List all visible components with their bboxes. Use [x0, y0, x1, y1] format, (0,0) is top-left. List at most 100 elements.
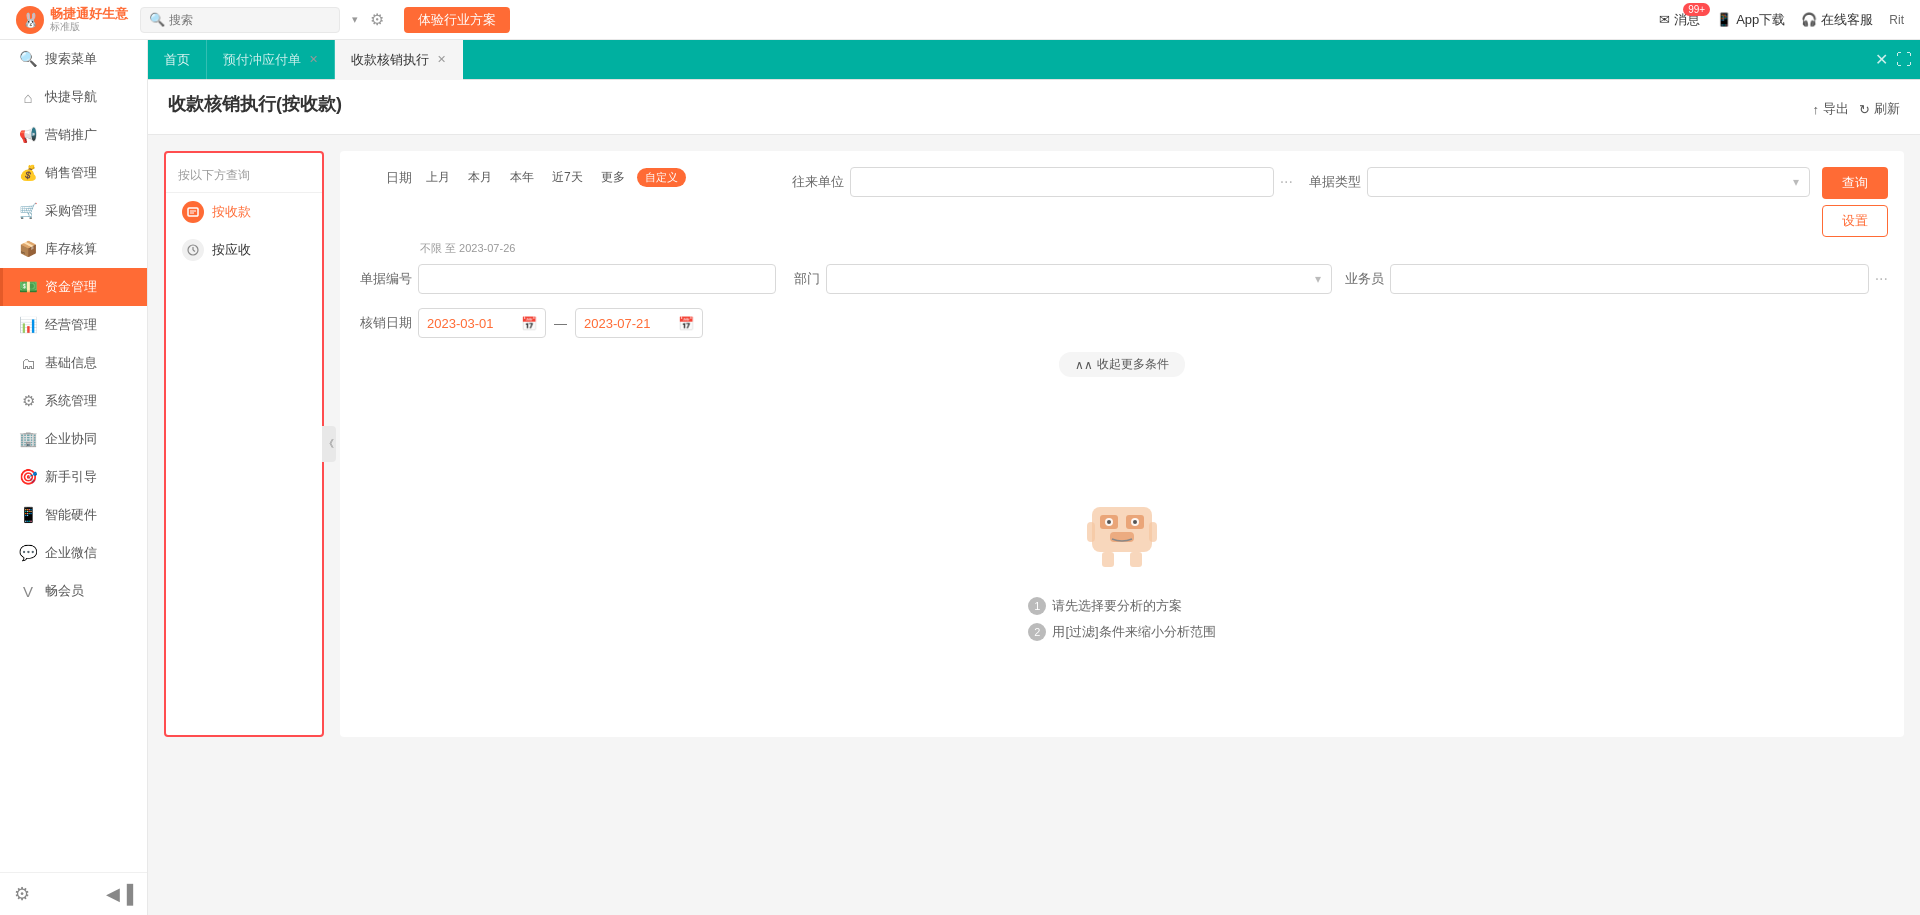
verify-date-range: 📅 — 📅 — [418, 308, 703, 338]
verify-date-start-wrap: 📅 — [418, 308, 546, 338]
filter-panel-title: 按以下方查询 — [166, 163, 322, 193]
sidebar-item-guide[interactable]: 🎯 新手引导 — [0, 458, 147, 496]
app-subtext: 标准版 — [50, 21, 128, 33]
search-input[interactable] — [169, 13, 331, 27]
finance-icon: 💵 — [19, 278, 37, 296]
tab-prepay[interactable]: 预付冲应付单 ✕ — [207, 40, 335, 80]
sidebar-label: 搜索菜单 — [45, 50, 97, 68]
filter-by-receivable[interactable]: 按应收 — [166, 231, 322, 269]
sidebar-bottom: ⚙ ◀▐ — [0, 872, 147, 915]
sidebar-item-hardware[interactable]: 📱 智能硬件 — [0, 496, 147, 534]
sidebar-item-purchase[interactable]: 🛒 采购管理 — [0, 192, 147, 230]
top-search-box[interactable]: 🔍 — [140, 7, 340, 33]
refresh-button[interactable]: ↻ 刷新 — [1859, 100, 1900, 118]
empty-tip-2: 2 用[过滤]条件来缩小分析范围 — [1028, 623, 1215, 641]
hardware-icon: 📱 — [19, 506, 37, 524]
building-icon: 🏢 — [19, 430, 37, 448]
staff-dots-icon[interactable]: ··· — [1875, 270, 1888, 288]
empty-illustration — [1072, 477, 1172, 577]
filter-collapse-button[interactable]: 《 — [322, 426, 336, 462]
filter-receipt-label: 按收款 — [212, 203, 251, 221]
sidebar-item-quick-nav[interactable]: ⌂ 快捷导航 — [0, 78, 147, 116]
doc-number-input[interactable] — [418, 264, 776, 294]
verify-date-end-input[interactable] — [584, 316, 674, 331]
doc-type-label: 单据类型 — [1305, 173, 1361, 191]
sidebar-item-collab[interactable]: 🏢 企业协同 — [0, 420, 147, 458]
gear-icon[interactable]: ⚙ — [370, 10, 384, 29]
date-options-group: 上月 本月 本年 近7天 更多 自定义 — [420, 167, 686, 188]
doc-type-field-group: 单据类型 ▾ — [1305, 167, 1810, 197]
chevron-up-icon: ∧∧ — [1075, 358, 1093, 372]
dept-select[interactable]: ▾ — [826, 264, 1332, 294]
sidebar-item-inventory[interactable]: 📦 库存核算 — [0, 230, 147, 268]
collapse-more-button[interactable]: ∧∧ 收起更多条件 — [1059, 352, 1185, 377]
dept-field-group: 部门 ▾ — [788, 264, 1332, 294]
chevron-left-icon: 《 — [324, 437, 334, 451]
counterpart-input[interactable] — [850, 167, 1274, 197]
date-this-year[interactable]: 本年 — [504, 167, 540, 188]
query-row-2: 单据编号 部门 ▾ 业务员 — [356, 264, 1888, 294]
sales-icon: 💰 — [19, 164, 37, 182]
query-button[interactable]: 查询 — [1822, 167, 1888, 199]
sidebar-label: 畅会员 — [45, 582, 84, 600]
receipt-verify-tab-close[interactable]: ✕ — [437, 53, 446, 66]
sidebar-item-system[interactable]: ⚙ 系统管理 — [0, 382, 147, 420]
date-this-month[interactable]: 本月 — [462, 167, 498, 188]
doc-number-label: 单据编号 — [356, 270, 412, 288]
staff-input[interactable] — [1390, 264, 1869, 294]
setting-button[interactable]: 设置 — [1822, 205, 1888, 237]
filter-by-receipt[interactable]: 按收款 — [166, 193, 322, 231]
verify-date-label: 核销日期 — [356, 314, 412, 332]
sidebar-item-biz[interactable]: 📊 经营管理 — [0, 306, 147, 344]
top-bar: 🐰 畅捷通好生意 标准版 🔍 ▾ ⚙ 体验行业方案 ✉ 消息 99+ 📱 App… — [0, 0, 1920, 40]
sidebar-item-wechat[interactable]: 💬 企业微信 — [0, 534, 147, 572]
sidebar-item-marketing[interactable]: 📢 营销推广 — [0, 116, 147, 154]
page-title: 收款核销执行(按收款) — [168, 92, 342, 126]
close-tab-icon[interactable]: ✕ — [1875, 50, 1888, 69]
tab-bar: 首页 预付冲应付单 ✕ 收款核销执行 ✕ ✕ ⛶ — [148, 40, 1920, 80]
trial-button[interactable]: 体验行业方案 — [404, 7, 510, 33]
doc-type-select[interactable]: ▾ — [1367, 167, 1810, 197]
sidebar-label: 企业协同 — [45, 430, 97, 448]
calendar-start-icon[interactable]: 📅 — [521, 316, 537, 331]
topbar-right: ✉ 消息 99+ 📱 App下载 🎧 在线客服 Rit — [1659, 11, 1904, 29]
svg-point-17 — [1133, 520, 1137, 524]
customer-service-link[interactable]: 🎧 在线客服 — [1801, 11, 1873, 29]
collapse-more-row: ∧∧ 收起更多条件 — [356, 352, 1888, 377]
filter-panel: 按以下方查询 按收款 — [164, 151, 324, 737]
main-layout: 🔍 搜索菜单 ⌂ 快捷导航 📢 营销推广 💰 销售管理 🛒 采购管理 📦 库存核… — [0, 40, 1920, 915]
svg-rect-0 — [188, 208, 198, 216]
message-icon: ✉ — [1659, 12, 1670, 27]
sidebar-item-finance[interactable]: 💵 资金管理 — [0, 268, 147, 306]
verify-date-start-input[interactable] — [427, 316, 517, 331]
staff-label: 业务员 — [1344, 270, 1384, 288]
calendar-end-icon[interactable]: 📅 — [678, 316, 694, 331]
counterpart-dots-icon[interactable]: ··· — [1280, 173, 1293, 191]
page-header: 收款核销执行(按收款) ↑ 导出 ↻ 刷新 — [148, 80, 1920, 135]
date-more[interactable]: 更多 — [595, 167, 631, 188]
doc-number-field-group: 单据编号 — [356, 264, 776, 294]
box-icon: 📦 — [19, 240, 37, 258]
prepay-tab-close[interactable]: ✕ — [309, 53, 318, 66]
app-download-link[interactable]: 📱 App下载 — [1716, 11, 1785, 29]
svg-rect-11 — [1149, 522, 1157, 542]
sidebar-collapse-icon[interactable]: ◀▐ — [106, 883, 133, 905]
message-button[interactable]: ✉ 消息 99+ — [1659, 11, 1700, 29]
sidebar-item-sales[interactable]: 💰 销售管理 — [0, 154, 147, 192]
doc-type-arrow-icon: ▾ — [1793, 175, 1799, 189]
sidebar-item-search-menu[interactable]: 🔍 搜索菜单 — [0, 40, 147, 78]
sidebar-item-base-info[interactable]: 🗂 基础信息 — [0, 344, 147, 382]
date-separator: — — [554, 316, 567, 331]
export-button[interactable]: ↑ 导出 — [1813, 100, 1850, 118]
sidebar-item-member[interactable]: V 畅会员 — [0, 572, 147, 610]
expand-tab-icon[interactable]: ⛶ — [1896, 51, 1912, 69]
sidebar-label: 基础信息 — [45, 354, 97, 372]
filter-receivable-label: 按应收 — [212, 241, 251, 259]
settings-gear-icon[interactable]: ⚙ — [14, 883, 30, 905]
tab-home[interactable]: 首页 — [148, 40, 207, 80]
date-custom-tag[interactable]: 自定义 — [637, 168, 686, 187]
date-last-month[interactable]: 上月 — [420, 167, 456, 188]
date-last-7[interactable]: 近7天 — [546, 167, 589, 188]
tab-receipt-verify[interactable]: 收款核销执行 ✕ — [335, 40, 463, 80]
query-row-1: 日期 上月 本月 本年 近7天 更多 自定义 — [356, 167, 1888, 237]
